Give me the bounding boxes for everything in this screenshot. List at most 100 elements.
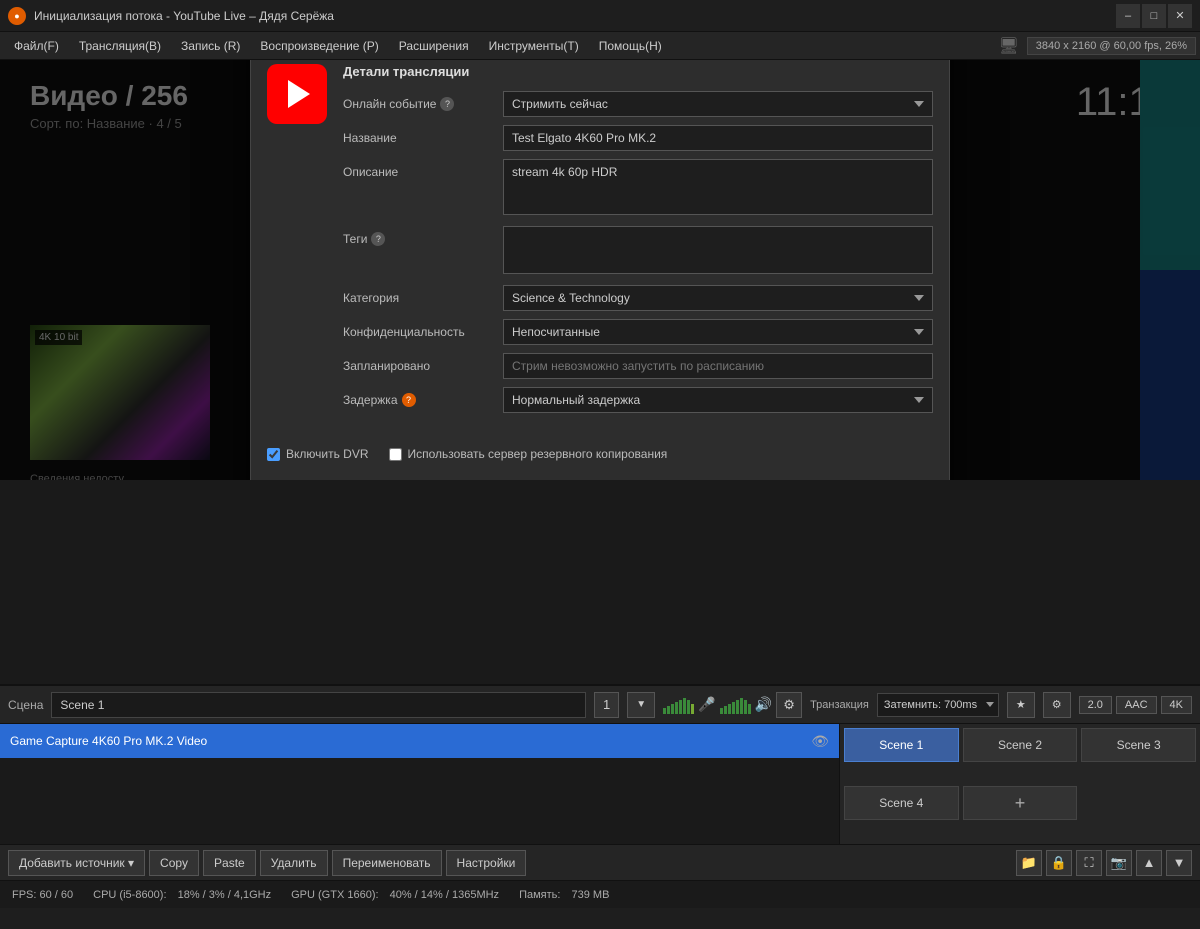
modal-dialog: ✕ Детали трансляции Онлайн событие (250, 60, 950, 480)
delay-select[interactable]: Нормальный задержка (503, 387, 933, 413)
backup-checkbox-label[interactable]: Использовать сервер резервного копирован… (389, 447, 668, 461)
menu-file[interactable]: Файл(F) (4, 35, 69, 57)
description-row: Описание stream 4k 60p HDR (343, 159, 933, 218)
online-event-help-icon[interactable]: ? (440, 97, 454, 111)
backup-label: Использовать сервер резервного копирован… (408, 447, 668, 461)
seg10 (724, 706, 727, 714)
rename-button[interactable]: Переименовать (332, 850, 442, 876)
transition-select[interactable]: Затемнить: 700ms (877, 693, 999, 717)
category-control: Science & Technology (503, 285, 933, 311)
transition-extra-btn2[interactable]: ⚙ (1043, 692, 1071, 718)
fps-status: FPS: 60 / 60 (12, 889, 73, 901)
delay-help-icon[interactable]: ? (402, 393, 416, 407)
tags-help-icon[interactable]: ? (371, 232, 385, 246)
sources-list: Game Capture 4K60 Pro MK.2 Video 👁 (0, 724, 840, 844)
add-source-button[interactable]: Добавить источник ▾ (8, 850, 145, 876)
privacy-select[interactable]: Непосчитанные (503, 319, 933, 345)
tags-textarea[interactable] (503, 226, 933, 274)
codec-badge-aac: AAC (1116, 696, 1157, 714)
category-row: Категория Science & Technology (343, 285, 933, 311)
menu-help[interactable]: Помощь(Н) (589, 35, 672, 57)
dvr-checkbox-label[interactable]: Включить DVR (267, 447, 369, 461)
scene-label: Сцена (8, 698, 43, 712)
seg15 (744, 700, 747, 714)
seg8 (691, 704, 694, 714)
menu-right: 🖥 3840 x 2160 @ 60,00 fps, 26% (998, 36, 1196, 56)
scheduled-label: Запланировано (343, 353, 503, 373)
toolbar-icons: 📁 🔒 ⛶ 📷 ▲ ▼ (1016, 850, 1192, 876)
main-content-area: Видео / 256 Сорт. по: Название · 4 / 5 1… (0, 60, 1200, 480)
menu-record[interactable]: Запись (R) (171, 35, 250, 57)
delete-button[interactable]: Удалить (260, 850, 328, 876)
scene-input[interactable] (51, 692, 586, 718)
memory-status: Память: 739 MB (519, 889, 609, 901)
menu-tools[interactable]: Инструменты(Т) (479, 35, 589, 57)
dvr-label: Включить DVR (286, 447, 369, 461)
backup-checkbox[interactable] (389, 448, 402, 461)
scheduled-row: Запланировано (343, 353, 933, 379)
scheduled-input[interactable] (503, 353, 933, 379)
scene-tile-3[interactable]: Scene 3 (1081, 728, 1196, 762)
scene-dropdown-btn[interactable]: ▼ (627, 692, 655, 718)
minimize-button[interactable]: – (1116, 4, 1140, 28)
copy-button[interactable]: Copy (149, 850, 199, 876)
audio-bar-2 (720, 696, 751, 714)
modal-footer: Запуск трансляции Отменить (251, 471, 949, 480)
screenshot-icon-btn[interactable]: 📷 (1106, 850, 1132, 876)
seg5 (679, 700, 682, 714)
settings-button[interactable]: Настройки (446, 850, 527, 876)
description-textarea[interactable]: stream 4k 60p HDR (503, 159, 933, 215)
name-label: Название (343, 125, 503, 145)
maximize-button[interactable]: □ (1142, 4, 1166, 28)
scene-tile-1[interactable]: Scene 1 (844, 728, 959, 762)
online-event-select[interactable]: Стримить сейчас (503, 91, 933, 117)
up-icon-btn[interactable]: ▲ (1136, 850, 1162, 876)
seg16 (748, 704, 751, 714)
expand-icon-btn[interactable]: ⛶ (1076, 850, 1102, 876)
yt-logo-bg (267, 64, 327, 124)
seg9 (720, 708, 723, 714)
speaker-icon[interactable]: 🔊 (755, 696, 772, 713)
close-button[interactable]: ✕ (1168, 4, 1192, 28)
seg14 (740, 698, 743, 714)
scene-add-btn[interactable]: + (963, 786, 1078, 820)
name-control (503, 125, 933, 151)
audio-settings-btn[interactable]: ⚙ (776, 692, 802, 718)
name-input[interactable] (503, 125, 933, 151)
dvr-checkbox[interactable] (267, 448, 280, 461)
seg13 (736, 700, 739, 714)
modal-overlay: ✕ Детали трансляции Онлайн событие (0, 60, 1200, 480)
online-event-control: Стримить сейчас (503, 91, 933, 117)
transition-extra-btn[interactable]: ★ (1007, 692, 1035, 718)
window-title: Инициализация потока - YouTube Live – Дя… (34, 9, 1116, 23)
menu-broadcast[interactable]: Трансляция(В) (69, 35, 171, 57)
scene-tile-4[interactable]: Scene 4 (844, 786, 959, 820)
down-icon-btn[interactable]: ▼ (1166, 850, 1192, 876)
eye-toggle-btn[interactable]: 👁 (811, 733, 829, 750)
delay-control: Нормальный задержка (503, 387, 933, 413)
sources-area: Game Capture 4K60 Pro MK.2 Video 👁 Scene… (0, 724, 1200, 844)
delay-label: Задержка ? (343, 387, 503, 407)
seg6 (683, 698, 686, 714)
folder-icon-btn[interactable]: 📁 (1016, 850, 1042, 876)
menubar: Файл(F) Трансляция(В) Запись (R) Воспрои… (0, 32, 1200, 60)
menu-playback[interactable]: Воспроизведение (Р) (250, 35, 388, 57)
mic-icon[interactable]: 🎤 (698, 696, 715, 713)
privacy-label: Конфиденциальность (343, 319, 503, 339)
scene-tile-2[interactable]: Scene 2 (963, 728, 1078, 762)
paste-button[interactable]: Paste (203, 850, 256, 876)
seg2 (667, 706, 670, 714)
tags-row: Теги ? (343, 226, 933, 277)
lock-icon-btn[interactable]: 🔒 (1046, 850, 1072, 876)
cpu-status: CPU (i5-8600): 18% / 3% / 4,1GHz (93, 889, 271, 901)
category-select[interactable]: Science & Technology (503, 285, 933, 311)
seg1 (663, 708, 666, 714)
scene-number-btn[interactable]: 1 (594, 692, 619, 718)
tags-label: Теги ? (343, 226, 503, 246)
menu-extensions[interactable]: Расширения (389, 35, 479, 57)
scene-bar: Сцена 1 ▼ 🎤 (0, 686, 1200, 724)
source-item-text: Game Capture 4K60 Pro MK.2 Video (10, 734, 803, 748)
scheduled-control (503, 353, 933, 379)
audio-bar-1 (663, 696, 694, 714)
transition-label: Транзакция (810, 699, 869, 711)
